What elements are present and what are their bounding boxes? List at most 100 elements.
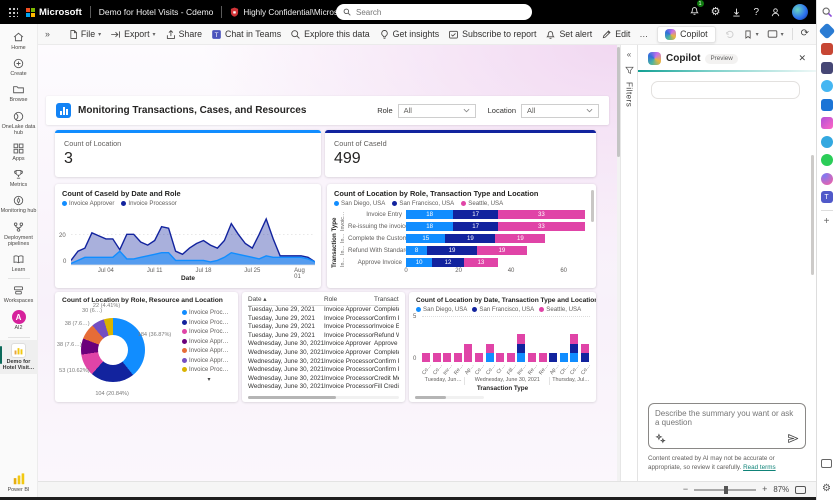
donut-chart-visual[interactable]: Count of Location by Role, Resource and … [55, 292, 238, 402]
location-slicer-dropdown[interactable]: All [521, 104, 599, 118]
legend-item[interactable]: Invoice Proc… [182, 319, 236, 326]
chat-in-teams-button[interactable]: T Chat in Teams [211, 29, 281, 40]
bar-segment[interactable]: 17 [453, 222, 498, 231]
bar-segment[interactable] [517, 334, 525, 343]
bar-segment[interactable] [528, 353, 536, 362]
microsoft-logo[interactable]: Microsoft [26, 7, 82, 18]
set-alert-button[interactable]: Set alert [545, 29, 592, 40]
sidebar-panel-icon[interactable] [821, 459, 832, 471]
telegram-icon[interactable] [821, 136, 833, 148]
column-header[interactable]: Transaction [374, 295, 399, 305]
m365-people-icon[interactable] [821, 62, 833, 74]
messenger-icon[interactable] [821, 173, 833, 185]
legend-item[interactable]: Invoice Proc… [182, 366, 236, 373]
bar-segment[interactable]: 33 [498, 222, 585, 231]
bar-segment[interactable] [539, 353, 547, 362]
table-row[interactable]: Tuesday, June 29, 2021Invoice ProcessorI… [248, 323, 399, 332]
bar-segment[interactable] [422, 353, 430, 362]
bar-segment[interactable] [475, 353, 483, 362]
bar-segment[interactable]: 19 [495, 234, 545, 243]
zoom-slider[interactable] [694, 489, 756, 491]
bar-stack[interactable] [528, 353, 536, 362]
bar-segment[interactable] [581, 353, 589, 362]
bar-segment[interactable] [581, 344, 589, 353]
kpi-card-count-of-caseid[interactable]: Count of CaseId 499 [325, 130, 596, 177]
table-row[interactable]: Wednesday, June 30, 2021Invoice Processo… [248, 366, 399, 375]
file-menu-button[interactable]: File▾ [68, 29, 101, 40]
search-input[interactable] [356, 8, 506, 17]
bar-stack[interactable] [581, 344, 589, 362]
legend-item[interactable]: Seattle, USA [461, 200, 503, 207]
export-menu-button[interactable]: Export▾ [110, 29, 155, 40]
copilot-prompt-input[interactable] [655, 409, 799, 433]
bar-stack[interactable] [539, 353, 547, 362]
prompt-suggestions-icon[interactable] [655, 433, 666, 444]
settings-gear-icon[interactable]: ⚙ [711, 7, 721, 18]
legend-item[interactable]: Invoice Appr… [182, 357, 236, 364]
legend-item[interactable]: San Francisco, USA [472, 306, 534, 313]
bar-segment[interactable]: 19 [477, 246, 527, 255]
sidebar-item-onelake[interactable]: OneLake data hub [0, 107, 38, 139]
bar-stack[interactable] [475, 353, 483, 362]
zoom-out-button[interactable]: − [683, 485, 688, 494]
table-row[interactable]: Wednesday, June 30, 2021Invoice Processo… [248, 358, 399, 367]
table-row[interactable]: Tuesday, June 29, 2021Invoice ProcessorR… [248, 332, 399, 341]
global-search[interactable] [336, 4, 532, 20]
bar-segment[interactable]: 10 [406, 258, 432, 267]
table-row[interactable]: Wednesday, June 30, 2021Invoice Approver… [248, 349, 399, 358]
bar-stack[interactable] [443, 353, 451, 362]
sidebar-item-metrics[interactable]: Metrics [0, 165, 38, 191]
expand-filters-chevrons[interactable]: « [627, 50, 631, 59]
bar-segment[interactable] [517, 344, 525, 353]
read-terms-link[interactable]: Read terms [743, 464, 776, 471]
edit-button[interactable]: Edit [601, 29, 630, 40]
bar-stack[interactable] [570, 334, 578, 362]
share-button[interactable]: Share [165, 29, 202, 40]
table-row[interactable]: Tuesday, June 29, 2021Invoice ProcessorC… [248, 315, 399, 324]
kpi-card-count-of-location[interactable]: Count of Location 3 [55, 130, 321, 177]
view-button[interactable]: ▾ [767, 29, 784, 39]
bar-stack[interactable] [496, 353, 504, 362]
bar-segment[interactable] [517, 353, 525, 362]
bar-stack[interactable] [507, 353, 515, 362]
area-chart-visual[interactable]: Count of CaseId by Date and Role Invoice… [55, 184, 321, 288]
column-header[interactable]: Date ▴ [248, 295, 324, 305]
sidebar-search-icon[interactable] [821, 6, 833, 18]
bar-segment[interactable] [486, 353, 494, 362]
role-slicer-dropdown[interactable]: All [398, 104, 476, 118]
sidebar-item-workspaces[interactable]: Workspaces [0, 281, 38, 307]
visual-scrollbar[interactable] [591, 190, 594, 222]
shopping-icon[interactable] [818, 22, 835, 39]
table-row[interactable]: Wednesday, June 30, 2021Invoice Processo… [248, 375, 399, 384]
sidebar-settings-gear-icon[interactable]: ⚙ [822, 483, 831, 494]
bar-segment[interactable] [560, 353, 568, 362]
legend-item[interactable]: San Diego, USA [416, 306, 467, 313]
feedback-icon[interactable] [770, 7, 781, 18]
bar-segment[interactable] [570, 334, 578, 343]
bar-segment[interactable]: 17 [453, 210, 498, 219]
outlook-icon[interactable] [821, 99, 833, 111]
bar-stack[interactable] [549, 353, 557, 362]
table-header-row[interactable]: Date ▴RoleTransaction [248, 295, 399, 306]
sidebar-item-current-report[interactable]: Demo for Hotel Visit… [0, 340, 38, 374]
bar-stack[interactable] [486, 344, 494, 362]
user-avatar[interactable] [792, 4, 808, 20]
bar-segment[interactable]: 18 [406, 210, 453, 219]
bar-segment[interactable]: 19 [427, 246, 477, 255]
bookmarks-button[interactable]: ▾ [743, 29, 759, 40]
zoom-slider-thumb[interactable] [724, 486, 728, 494]
sidebar-item-deployment-pipelines[interactable]: Deployment pipelines [0, 218, 38, 250]
legend-item[interactable]: Invoice Appr… [182, 347, 236, 354]
bar-segment[interactable]: 19 [445, 234, 495, 243]
zoom-in-button[interactable]: + [762, 485, 767, 494]
get-insights-button[interactable]: Get insights [379, 29, 439, 40]
sidebar-item-home[interactable]: Home [0, 28, 38, 54]
legend-item[interactable]: Invoice Appr… [182, 338, 236, 345]
table-h-scrollbar[interactable] [248, 396, 399, 399]
sidebar-item-create[interactable]: Create [0, 54, 38, 80]
colbar-h-scrollbar[interactable] [415, 396, 484, 399]
legend-item[interactable]: Invoice Proc… [182, 309, 236, 316]
copilot-input-box[interactable] [648, 403, 806, 449]
bar-stack[interactable] [517, 334, 525, 362]
bar-segment[interactable] [570, 353, 578, 362]
